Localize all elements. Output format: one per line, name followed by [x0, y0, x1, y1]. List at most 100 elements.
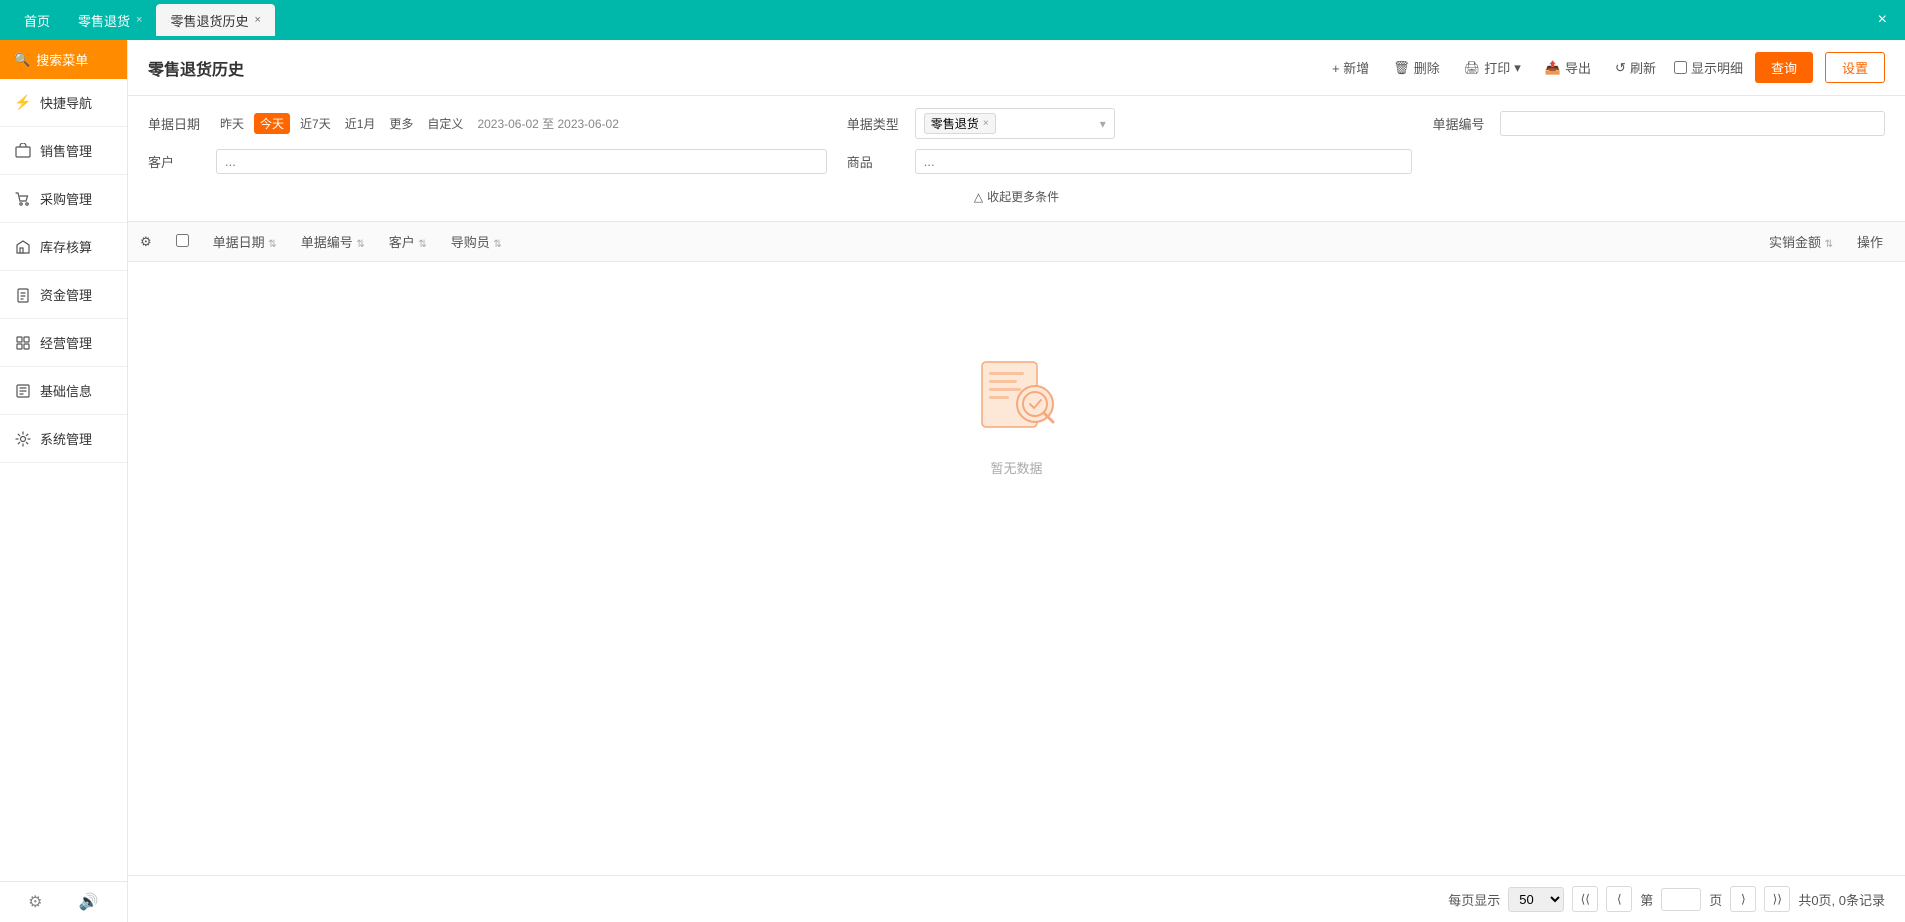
- empty-text: 暂无数据: [990, 458, 1042, 477]
- show-detail-checkbox[interactable]: 显示明细: [1674, 58, 1743, 77]
- date-option-custom[interactable]: 自定义: [423, 113, 467, 134]
- refresh-button[interactable]: ↺ 刷新: [1609, 54, 1662, 81]
- number-sort-icon: ⇅: [356, 239, 364, 250]
- select-all-checkbox[interactable]: [176, 234, 189, 247]
- sidebar-item-system-mgmt[interactable]: 系统管理: [0, 415, 127, 463]
- guide-sort-icon: ⇅: [493, 239, 501, 250]
- doc-number-input[interactable]: [1500, 111, 1885, 136]
- sidebar-item-finance-mgmt[interactable]: 资金管理: [0, 271, 127, 319]
- system-icon: [14, 430, 32, 448]
- settings-gear-icon[interactable]: ⚙: [28, 892, 42, 912]
- next-page-button[interactable]: ⟩: [1730, 886, 1756, 912]
- empty-illustration: [967, 342, 1067, 442]
- th-date[interactable]: 单据日期 ⇅: [201, 222, 289, 262]
- date-option-7days[interactable]: 近7天: [296, 113, 335, 134]
- date-option-today[interactable]: 今天: [254, 113, 290, 134]
- doc-number-label: 单据编号: [1432, 114, 1492, 133]
- date-sort-icon: ⇅: [268, 239, 276, 250]
- th-action: 操作: [1845, 222, 1905, 262]
- prev-page-button[interactable]: ⟨: [1606, 886, 1632, 912]
- doc-type-dropdown-icon: ▾: [1100, 117, 1106, 131]
- customer-sort-icon: ⇅: [418, 239, 426, 250]
- last-page-button[interactable]: ⟩⟩: [1764, 886, 1790, 912]
- doc-type-tag: 零售退货 ×: [924, 113, 996, 134]
- table-body: 暂无数据: [128, 262, 1905, 558]
- print-icon: 🖨: [1464, 60, 1481, 76]
- show-detail-input[interactable]: [1674, 61, 1687, 74]
- date-range-value: 2023-06-02 至 2023-06-02: [477, 115, 618, 132]
- delete-button[interactable]: 🗑 删除: [1387, 54, 1446, 81]
- tab-retail-return[interactable]: 零售退货 ×: [64, 4, 156, 36]
- filter-row-1: 单据日期 昨天 今天 近7天 近1月 更多 自定义 2023-06-02 至 2…: [148, 108, 1885, 139]
- sidebar-search[interactable]: 🔍 搜索菜单: [0, 40, 127, 79]
- doc-number-filter: 单据编号: [1432, 111, 1885, 136]
- page-number-input[interactable]: 1: [1661, 888, 1701, 911]
- tab-retail-return-history-close[interactable]: ×: [254, 15, 260, 26]
- tab-retail-return-history[interactable]: 零售退货历史 ×: [156, 4, 274, 36]
- th-checkbox[interactable]: [164, 222, 201, 262]
- th-amount[interactable]: 实销金额 ⇅: [1757, 222, 1845, 262]
- export-button[interactable]: 📤 导出: [1539, 54, 1597, 81]
- customer-input[interactable]: [216, 149, 827, 174]
- sidebar-item-quick-nav[interactable]: ⚡ 快捷导航: [0, 79, 127, 127]
- date-option-yesterday[interactable]: 昨天: [216, 113, 248, 134]
- empty-state: 暂无数据: [128, 262, 1905, 557]
- table-area: ⚙ 单据日期 ⇅ 单据编号 ⇅ 客户: [128, 222, 1905, 875]
- date-filter-label: 单据日期: [148, 114, 208, 133]
- date-options: 昨天 今天 近7天 近1月 更多 自定义 2023-06-02 至 2023-0…: [216, 113, 827, 134]
- date-filter: 单据日期 昨天 今天 近7天 近1月 更多 自定义 2023-06-02 至 2…: [148, 113, 827, 134]
- main-layout: 🔍 搜索菜单 ⚡ 快捷导航 销售管理 采购管理 库存核算: [0, 40, 1905, 922]
- sidebar: 🔍 搜索菜单 ⚡ 快捷导航 销售管理 采购管理 库存核算: [0, 40, 128, 922]
- total-records: 共0页, 0条记录: [1798, 890, 1885, 909]
- print-button[interactable]: 🖨 打印 ▾: [1458, 54, 1527, 81]
- date-option-more[interactable]: 更多: [385, 113, 417, 134]
- export-icon: 📤: [1545, 60, 1561, 76]
- empty-state-row: 暂无数据: [128, 262, 1905, 558]
- sidebar-item-operations-mgmt[interactable]: 经营管理: [0, 319, 127, 367]
- goods-input[interactable]: [915, 149, 1413, 174]
- inventory-icon: [14, 238, 32, 256]
- th-settings[interactable]: ⚙: [128, 222, 164, 262]
- collapse-icon: △: [974, 190, 983, 204]
- filter-row-2: 客户 商品: [148, 149, 1885, 174]
- refresh-icon: ↺: [1615, 60, 1626, 76]
- sidebar-bottom: ⚙ 🔊: [0, 881, 127, 922]
- customer-label: 客户: [148, 152, 208, 171]
- per-page-select[interactable]: 10 20 50 100: [1508, 887, 1564, 912]
- delete-icon: 🗑: [1393, 60, 1410, 76]
- doc-type-filter: 单据类型 零售退货 × ▾: [847, 108, 1413, 139]
- first-page-button[interactable]: ⟨⟨: [1572, 886, 1598, 912]
- volume-icon[interactable]: 🔊: [79, 892, 99, 912]
- doc-type-tag-close[interactable]: ×: [983, 118, 989, 129]
- tab-home[interactable]: 首页: [10, 4, 64, 36]
- query-button[interactable]: 查询: [1755, 52, 1813, 83]
- tab-retail-return-close[interactable]: ×: [136, 15, 142, 26]
- goods-filter: 商品: [847, 149, 1413, 174]
- collapse-filter-button[interactable]: △ 收起更多条件: [970, 184, 1063, 209]
- sales-icon: [14, 142, 32, 160]
- new-button[interactable]: + 新增: [1326, 54, 1375, 81]
- window-close-button[interactable]: ×: [1870, 11, 1895, 29]
- quick-nav-icon: ⚡: [14, 94, 32, 112]
- filter-area: 单据日期 昨天 今天 近7天 近1月 更多 自定义 2023-06-02 至 2…: [128, 96, 1905, 222]
- th-customer[interactable]: 客户 ⇅: [377, 222, 439, 262]
- basic-info-icon: [14, 382, 32, 400]
- doc-type-select[interactable]: 零售退货 × ▾: [915, 108, 1115, 139]
- sidebar-item-basic-info[interactable]: 基础信息: [0, 367, 127, 415]
- th-guide[interactable]: 导购员 ⇅: [439, 222, 514, 262]
- toolbar: + 新增 🗑 删除 🖨 打印 ▾ 📤 导出 ↺ 刷新: [1326, 52, 1885, 83]
- table-header-row: ⚙ 单据日期 ⇅ 单据编号 ⇅ 客户: [128, 222, 1905, 262]
- date-option-1month[interactable]: 近1月: [341, 113, 380, 134]
- sidebar-item-sales-mgmt[interactable]: 销售管理: [0, 127, 127, 175]
- sidebar-item-purchase-mgmt[interactable]: 采购管理: [0, 175, 127, 223]
- page-header: 零售退货历史 + 新增 🗑 删除 🖨 打印 ▾ 📤 导出: [128, 40, 1905, 96]
- finance-icon: [14, 286, 32, 304]
- sidebar-item-inventory[interactable]: 库存核算: [0, 223, 127, 271]
- empty-state-cell: 暂无数据: [128, 262, 1905, 558]
- settings-button[interactable]: 设置: [1825, 52, 1885, 83]
- operations-icon: [14, 334, 32, 352]
- data-table: ⚙ 单据日期 ⇅ 单据编号 ⇅ 客户: [128, 222, 1905, 557]
- th-number[interactable]: 单据编号 ⇅: [289, 222, 377, 262]
- customer-filter: 客户: [148, 149, 827, 174]
- search-icon: 🔍: [14, 52, 30, 68]
